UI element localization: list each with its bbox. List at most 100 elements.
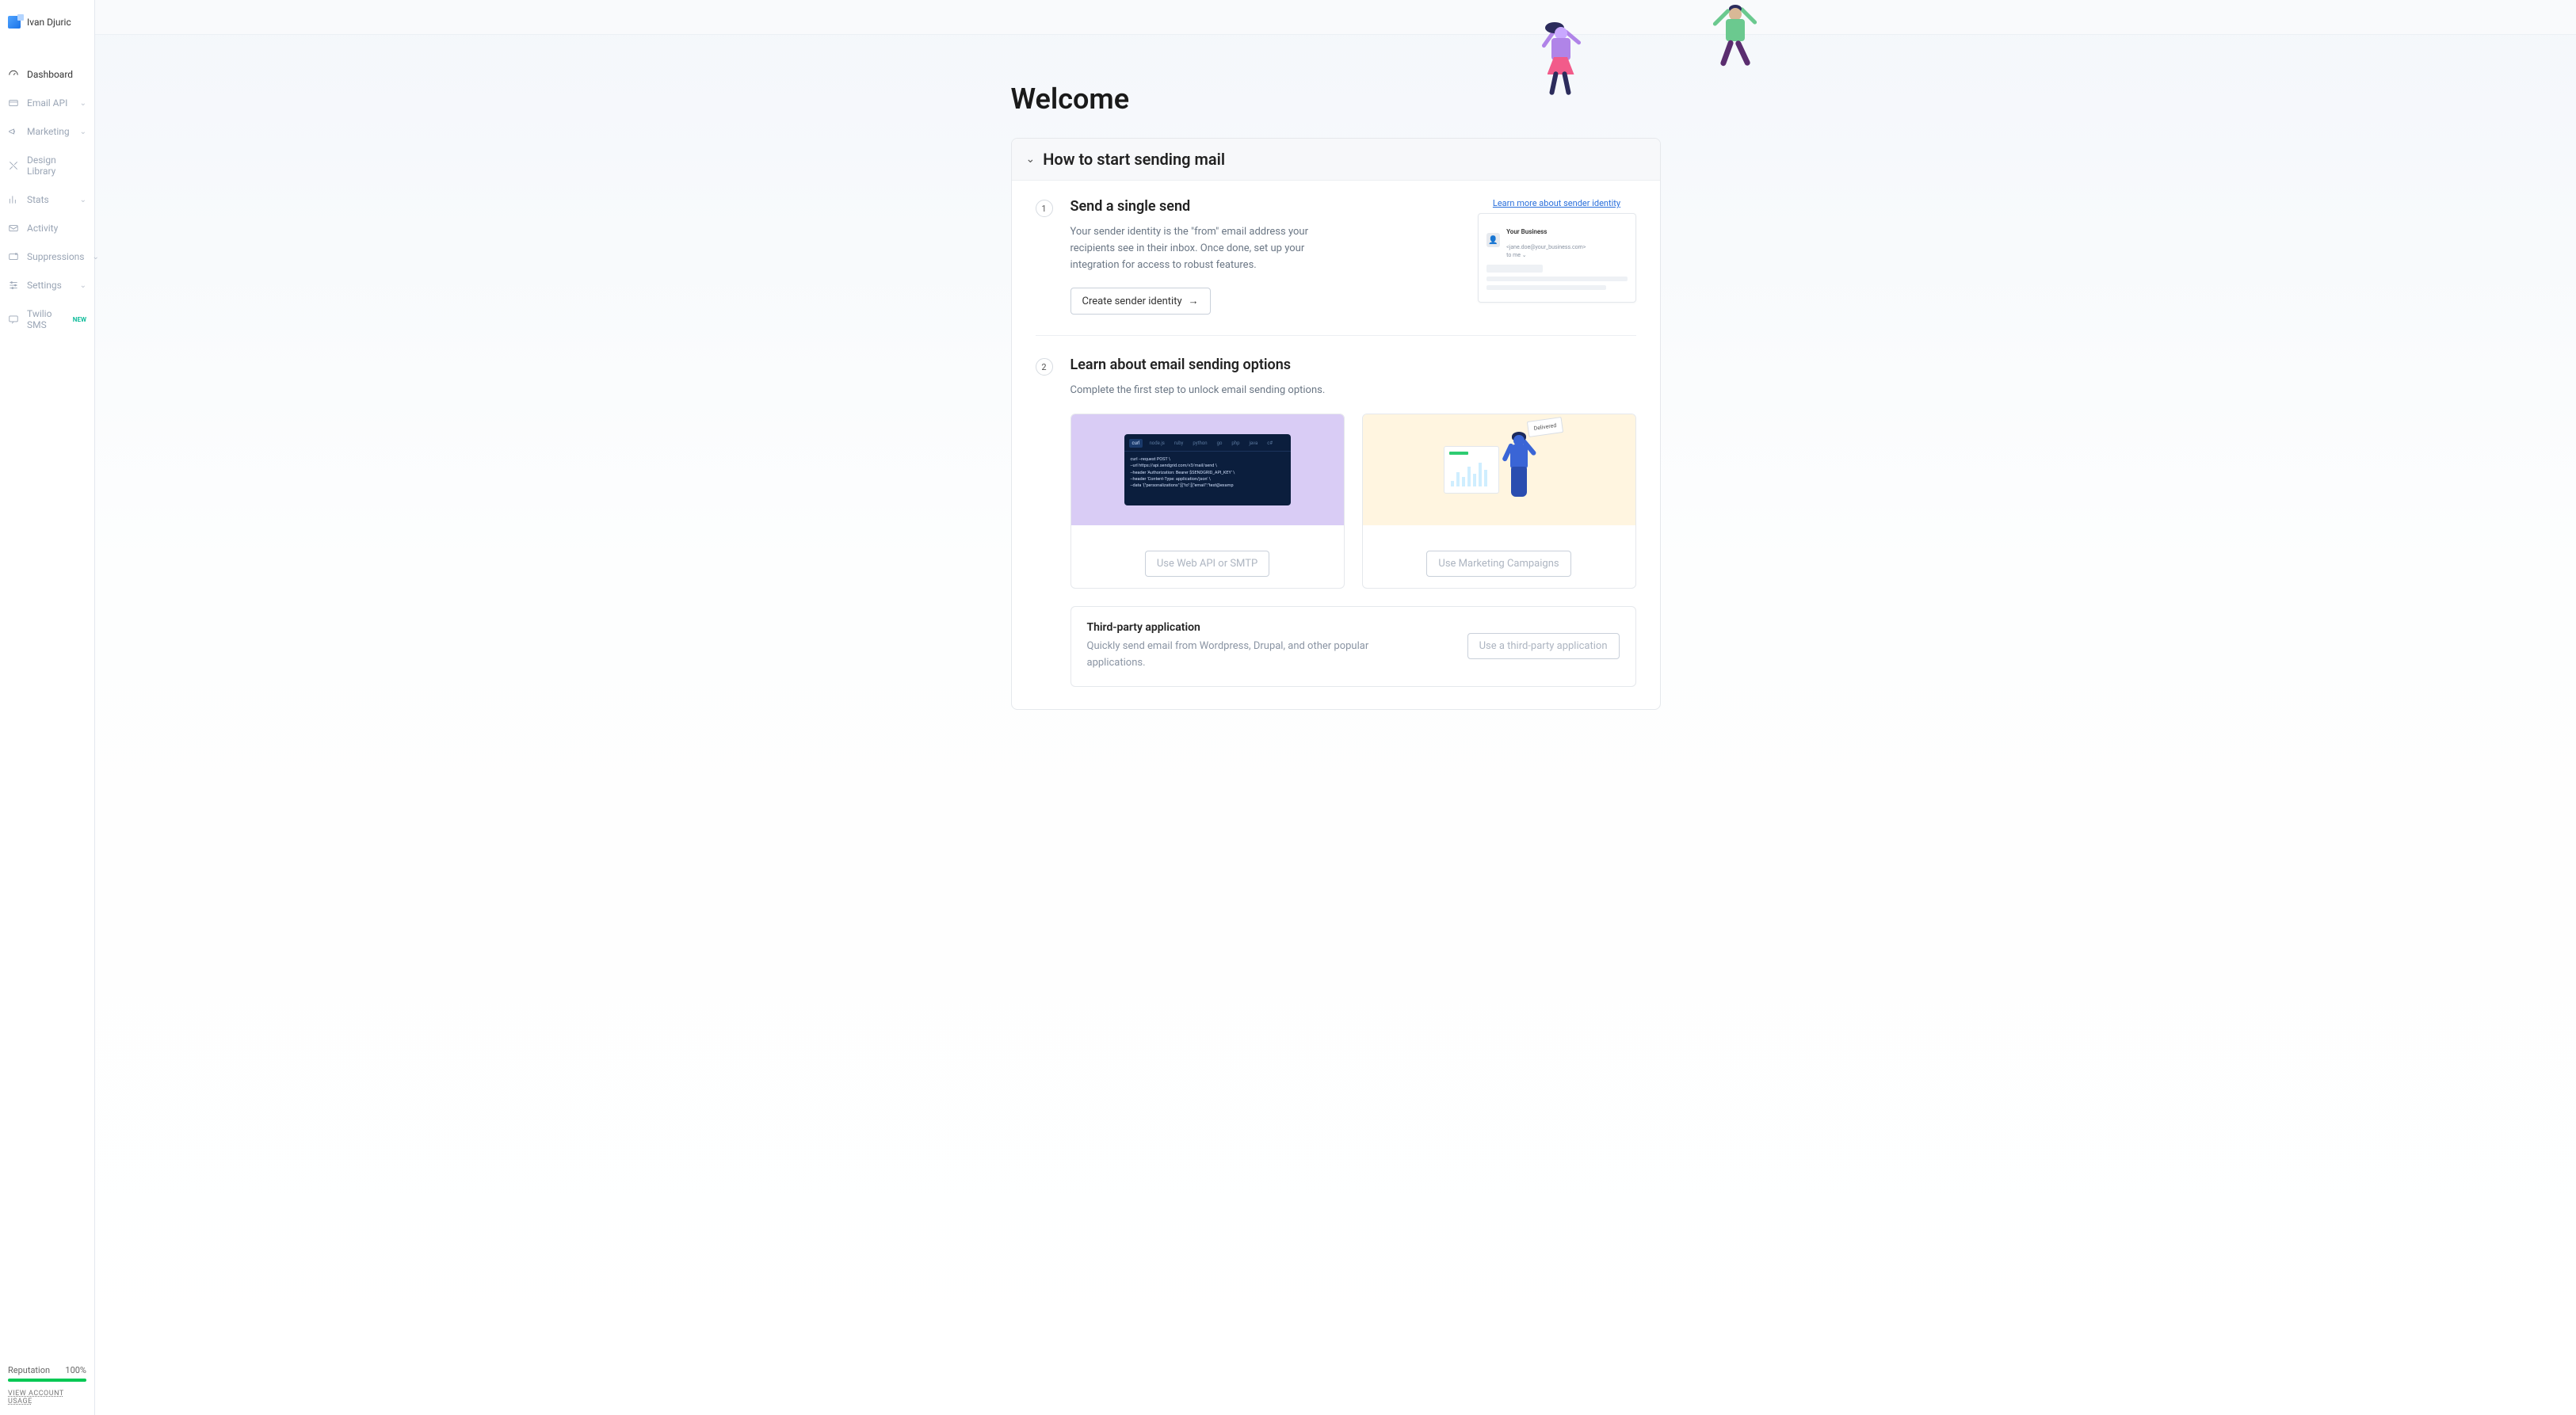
- chevron-down-icon: ⌄: [93, 253, 99, 261]
- preview-from-name: Your Business: [1506, 228, 1547, 235]
- reputation-block: Reputation 100%: [0, 1359, 94, 1385]
- chevron-down-icon: ⌄: [80, 281, 86, 290]
- card-icon: [8, 97, 19, 109]
- sidebar-item-design-library[interactable]: Design Library: [0, 146, 94, 185]
- chat-icon: [8, 314, 19, 325]
- button-label: Use Web API or SMTP: [1157, 558, 1257, 570]
- terminal-tab: java: [1246, 439, 1261, 448]
- section-title: How to start sending mail: [1043, 150, 1225, 169]
- megaphone-icon: [8, 126, 19, 137]
- step-2: 2 Learn about email sending options Comp…: [1036, 357, 1636, 686]
- step-1-description: Your sender identity is the "from" email…: [1070, 224, 1356, 273]
- sidebar-item-label: Twilio SMS: [27, 308, 63, 330]
- chevron-down-icon: ⌄: [80, 99, 86, 108]
- brand-user: Ivan Djuric: [27, 17, 71, 28]
- sidebar-item-marketing[interactable]: Marketing ⌄: [0, 117, 94, 146]
- sidebar-item-dashboard[interactable]: Dashboard: [0, 60, 94, 89]
- new-badge: NEW: [73, 316, 86, 323]
- terminal-tab: node.js: [1146, 439, 1167, 448]
- sliders-icon: [8, 280, 19, 291]
- sidebar-item-stats[interactable]: Stats ⌄: [0, 185, 94, 214]
- chevron-down-icon: ⌄: [1522, 252, 1527, 258]
- third-party-block: Third-party application Quickly send ema…: [1070, 606, 1636, 687]
- person-icon: [1499, 430, 1539, 509]
- option-web-api: curl node.js ruby python go php java c#: [1070, 414, 1345, 589]
- reputation-value: 100%: [65, 1365, 86, 1375]
- reputation-label: Reputation: [8, 1365, 50, 1375]
- avatar-icon: 👤: [1486, 233, 1501, 247]
- option-marketing: Delivered: [1362, 414, 1636, 589]
- preview-to: to me: [1506, 252, 1521, 258]
- chart-icon: [8, 194, 19, 205]
- third-party-description: Quickly send email from Wordpress, Drupa…: [1087, 639, 1372, 672]
- chevron-down-icon: ⌄: [1026, 153, 1036, 166]
- sidebar-item-email-api[interactable]: Email API ⌄: [0, 89, 94, 117]
- step-1: 1 Send a single send Your sender identit…: [1036, 198, 1636, 315]
- marketing-illustration: Delivered: [1363, 414, 1635, 525]
- code-line: curl --request POST \: [1131, 456, 1284, 463]
- brand-header[interactable]: Ivan Djuric: [0, 0, 94, 44]
- step-number: 1: [1036, 200, 1053, 217]
- sidebar-item-label: Design Library: [27, 154, 86, 177]
- onboarding-card: ⌄ How to start sending mail 1 Send a sin…: [1011, 138, 1661, 710]
- sidebar-item-label: Dashboard: [27, 69, 73, 80]
- chevron-down-icon: ⌄: [80, 196, 86, 204]
- email-preview: 👤 Your Business <jane.doe@your_business.…: [1478, 213, 1636, 303]
- page-title: Welcome: [1011, 82, 1661, 116]
- terminal-tab: ruby: [1171, 439, 1187, 448]
- step-number: 2: [1036, 358, 1053, 376]
- chevron-down-icon: ⌄: [80, 128, 86, 136]
- palette-icon: [8, 160, 19, 171]
- section-toggle[interactable]: ⌄ How to start sending mail: [1012, 139, 1660, 181]
- arrow-right-icon: →: [1189, 295, 1199, 307]
- step-1-title: Send a single send: [1070, 198, 1356, 215]
- sidebar-item-label: Activity: [27, 223, 58, 234]
- terminal-tab: go: [1214, 439, 1226, 448]
- code-line: --url https://api.sendgrid.com/v3/mail/s…: [1131, 463, 1284, 469]
- terminal-tab: python: [1189, 439, 1210, 448]
- code-line: --data '{"personalizations":[{"to":[{"em…: [1131, 482, 1284, 489]
- sidebar-item-label: Email API: [27, 97, 67, 109]
- code-terminal: curl node.js ruby python go php java c#: [1124, 434, 1291, 505]
- sidebar: Ivan Djuric Dashboard Email API ⌄ Market…: [0, 0, 95, 1415]
- brand-logo-icon: [8, 16, 21, 29]
- gauge-icon: [8, 69, 19, 80]
- mini-chart-icon: [1444, 446, 1499, 494]
- preview-from-addr: <jane.doe@your_business.com>: [1506, 244, 1586, 250]
- view-account-usage-link[interactable]: VIEW ACCOUNT USAGE: [0, 1385, 94, 1415]
- api-illustration: curl node.js ruby python go php java c#: [1071, 414, 1344, 525]
- sidebar-item-label: Suppressions: [27, 251, 85, 262]
- divider: [1036, 335, 1636, 336]
- code-line: --header 'Authorization: Bearer $SENDGRI…: [1131, 470, 1284, 476]
- button-label: Use Marketing Campaigns: [1438, 558, 1559, 570]
- sidebar-item-suppressions[interactable]: Suppressions ⌄: [0, 242, 94, 271]
- sidebar-item-label: Settings: [27, 280, 62, 291]
- terminal-tab: curl: [1129, 439, 1143, 448]
- sidebar-item-label: Marketing: [27, 126, 70, 137]
- terminal-tab: c#: [1264, 439, 1276, 448]
- terminal-tab: php: [1228, 439, 1242, 448]
- sender-identity-illustration: Learn more about sender identity 👤 Your …: [1478, 198, 1636, 315]
- reputation-bar: [8, 1379, 86, 1382]
- use-marketing-campaigns-button[interactable]: Use Marketing Campaigns: [1426, 551, 1570, 577]
- sidebar-item-activity[interactable]: Activity: [0, 214, 94, 242]
- sidebar-item-label: Stats: [27, 194, 49, 205]
- sidebar-item-settings[interactable]: Settings ⌄: [0, 271, 94, 299]
- step-2-title: Learn about email sending options: [1070, 357, 1636, 373]
- content: Welcome ⌄ How to start sending mail 1 Se…: [995, 35, 1677, 742]
- envelope-icon: [8, 223, 19, 234]
- main-area: Welcome ⌄ How to start sending mail 1 Se…: [95, 0, 2576, 1415]
- use-third-party-button[interactable]: Use a third-party application: [1467, 633, 1620, 659]
- learn-more-sender-identity-link[interactable]: Learn more about sender identity: [1478, 198, 1636, 208]
- button-label: Create sender identity: [1082, 296, 1182, 307]
- code-line: --header 'Content-Type: application/json…: [1131, 476, 1284, 482]
- create-sender-identity-button[interactable]: Create sender identity →: [1070, 288, 1211, 315]
- sidebar-item-twilio-sms[interactable]: Twilio SMS NEW: [0, 299, 94, 339]
- top-bar: [95, 0, 2576, 35]
- use-web-api-button[interactable]: Use Web API or SMTP: [1145, 551, 1269, 577]
- envelope-x-icon: [8, 251, 19, 262]
- step-2-description: Complete the first step to unlock email …: [1070, 383, 1636, 399]
- third-party-title: Third-party application: [1087, 621, 1372, 634]
- button-label: Use a third-party application: [1479, 640, 1608, 652]
- primary-nav: Dashboard Email API ⌄ Marketing ⌄ Design…: [0, 44, 94, 1359]
